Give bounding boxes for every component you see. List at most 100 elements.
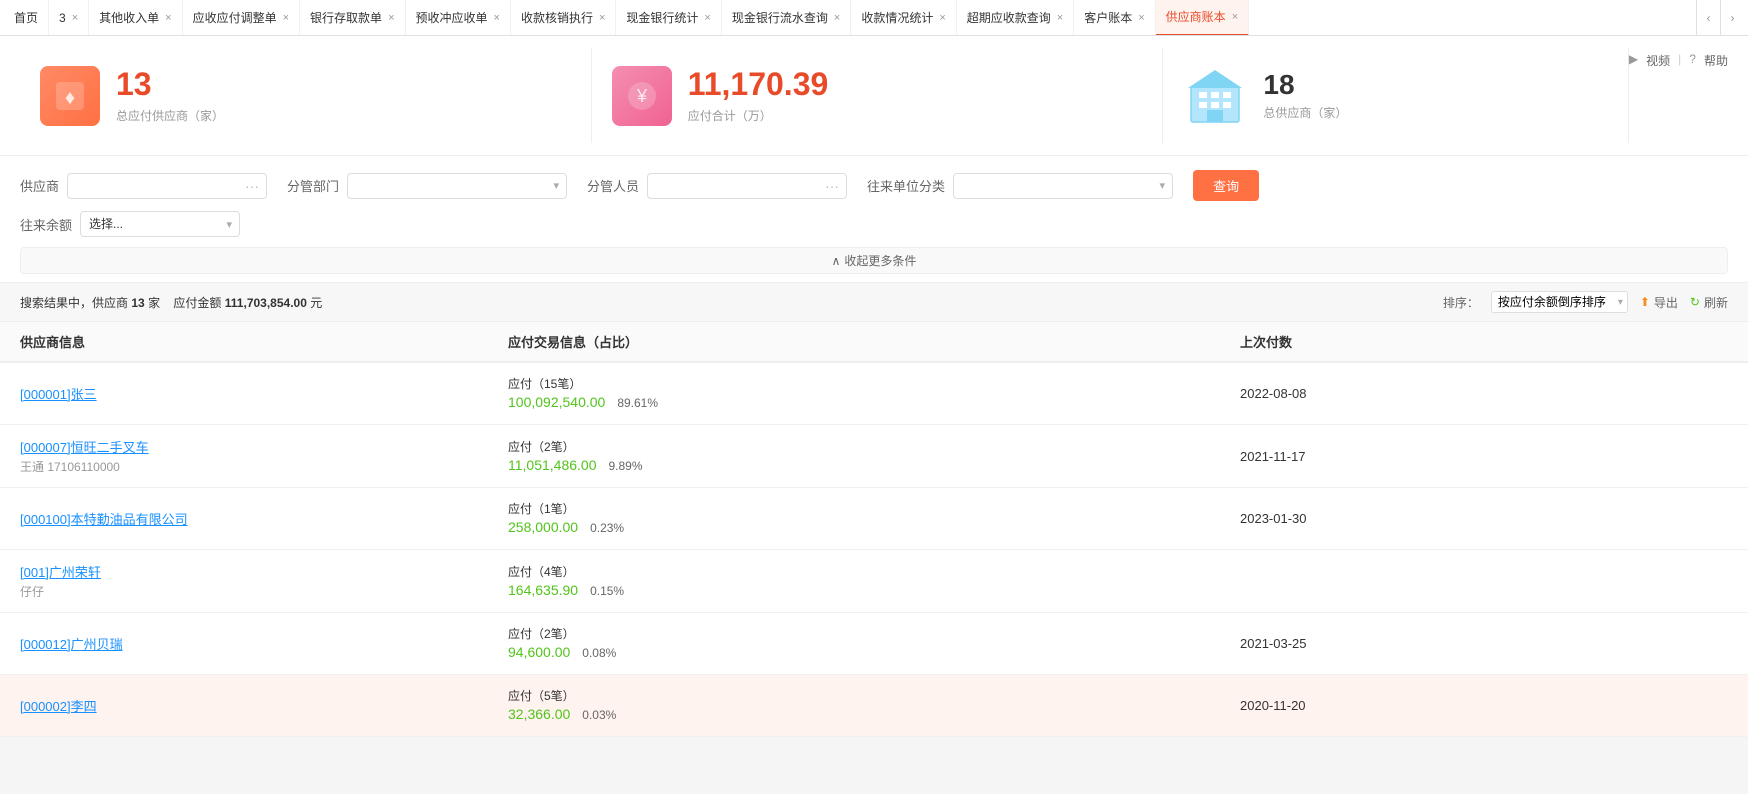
supplier-input-wrapper [67,173,267,199]
trans-row: 164,635.900.15% [508,580,1240,600]
trans-percent: 0.23% [590,521,624,535]
supplier-link[interactable]: [001]广州荣轩 [20,565,101,580]
nav-bank-deposit[interactable]: 银行存取款单 × [300,0,405,36]
balance-select[interactable]: 选择... [80,211,240,237]
payable-amount-label: 应付合计（万） [688,107,829,124]
close-cash-bank-flow-icon[interactable]: × [834,12,840,24]
table-row: [000012]广州贝瑞 应付（2笔）94,600.000.08%2021-03-… [0,613,1748,675]
supplier-link[interactable]: [000007]恒旺二手叉车 [20,440,149,455]
close-bank-deposit-icon[interactable]: × [388,12,394,24]
person-input[interactable] [647,173,847,199]
prepay-offset-label: 预收冲应收单 [416,9,488,26]
nav-receipt-verify[interactable]: 收款核销执行 × [511,0,616,36]
last-pay-date: 2022-08-08 [1240,386,1307,401]
export-action[interactable]: ⬆ 导出 [1640,294,1678,311]
col-transaction-info: 应付交易信息（占比） [508,332,1240,351]
category-field: 往来单位分类 [867,173,1173,199]
nav-cash-bank-flow[interactable]: 现金银行流水查询 × [722,0,851,36]
total-suppliers-content: 18 总供应商（家） [1263,70,1347,122]
payable-amount-number: 11,170.39 [688,67,829,102]
supplier-field: 供应商 [20,173,267,199]
supplier-link[interactable]: [000002]李四 [20,699,97,714]
transaction-cell: 应付（2笔）94,600.000.08% [508,625,1240,662]
close-overdue-ar-icon[interactable]: × [1057,12,1063,24]
other-income-label: 其他收入单 [99,9,159,26]
dept-select[interactable] [347,173,567,199]
trans-row: 11,051,486.009.89% [508,455,1240,475]
search-section: 供应商 分管部门 分管人员 往来单位分类 [0,156,1748,283]
sort-select[interactable]: 按应付余额倒序排序 [1491,291,1628,313]
collapse-button[interactable]: ∧ 收起更多条件 [20,247,1728,274]
supplier-cell: [000007]恒旺二手叉车王通 17106110000 [20,437,508,475]
close-ar-ap-adjust-icon[interactable]: × [283,12,289,24]
supplier-cell: [000001]张三 [20,384,508,403]
supplier-label: 供应商 [20,176,59,195]
nav-prepay-offset[interactable]: 预收冲应收单 × [406,0,511,36]
last-pay-date: 2021-03-25 [1240,636,1307,651]
video-icon: ▶ [1629,52,1638,66]
payable-amount-card: ¥ 11,170.39 应付合计（万） [592,48,1164,143]
cash-bank-stats-label: 现金银行统计 [626,9,698,26]
supplier-input[interactable] [67,173,267,199]
trans-label: 应付（2笔） [508,625,1240,642]
search-row-1: 供应商 分管部门 分管人员 往来单位分类 [20,170,1728,201]
home-label: 首页 [14,9,38,26]
help-link[interactable]: 帮助 [1704,52,1728,69]
supplier-cell: [000012]广州贝瑞 [20,634,508,653]
trans-label: 应付（15笔） [508,375,1240,392]
nav-receipt-stats[interactable]: 收款情况统计 × [851,0,956,36]
payable-suppliers-card: ♦ 13 总应付供应商（家） [20,48,592,143]
last-pay-cell: 2020-11-20 [1240,698,1728,713]
trans-row: 258,000.000.23% [508,517,1240,537]
nav-ar-ap-adjust[interactable]: 应收应付调整单 × [183,0,300,36]
results-prefix: 搜索结果中，供应商 [20,296,128,310]
sort-wrapper: 按应付余额倒序排序 [1491,291,1628,313]
collapse-up-icon: ∧ [832,254,841,268]
close-receipt-stats-icon[interactable]: × [939,12,945,24]
close-prepay-offset-icon[interactable]: × [494,12,500,24]
nav-home[interactable]: 首页 [4,0,49,36]
results-bar: 搜索结果中，供应商 13 家 应付金额 111,703,854.00 元 排序：… [0,283,1748,322]
close-customer-ledger-icon[interactable]: × [1138,12,1144,24]
svg-text:♦: ♦ [65,87,75,109]
table-body: [000001]张三应付（15笔）100,092,540.0089.61%202… [0,363,1748,737]
supplier-sub-info: 王通 17106110000 [20,458,508,475]
last-pay-date: 2023-01-30 [1240,511,1307,526]
overdue-ar-label: 超期应收款查询 [967,9,1051,26]
supplier-link[interactable]: [000001]张三 [20,387,97,402]
search-button[interactable]: 查询 [1193,170,1259,201]
link-separator: | [1678,52,1681,66]
balance-field: 往来余额 选择... [20,211,240,237]
refresh-label: 刷新 [1704,294,1728,311]
close-other-income-icon[interactable]: × [165,12,171,24]
nav-customer-ledger[interactable]: 客户账本 × [1074,0,1155,36]
close-supplier-ledger-icon[interactable]: × [1232,11,1238,23]
export-label: 导出 [1654,294,1678,311]
trans-row: 94,600.000.08% [508,642,1240,662]
help-icon: ? [1689,52,1696,66]
nav-overdue-ar[interactable]: 超期应收款查询 × [957,0,1074,36]
supplier-link[interactable]: [000012]广州贝瑞 [20,637,123,652]
close-receipt-verify-icon[interactable]: × [599,12,605,24]
table-row: [000007]恒旺二手叉车王通 17106110000应付（2笔）11,051… [0,425,1748,488]
dept-label: 分管部门 [287,176,339,195]
category-select[interactable] [953,173,1173,199]
close-cash-bank-stats-icon[interactable]: × [704,12,710,24]
person-label: 分管人员 [587,176,639,195]
video-link[interactable]: 视频 [1646,52,1670,69]
balance-label: 往来余额 [20,215,72,234]
nav-cash-bank-stats[interactable]: 现金银行统计 × [616,0,721,36]
customer-ledger-label: 客户账本 [1084,9,1132,26]
nav-left-arrow[interactable]: ‹ [1696,0,1720,36]
refresh-action[interactable]: ↻ 刷新 [1690,294,1728,311]
close-tab-3-icon[interactable]: × [72,12,78,24]
nav-tab-3[interactable]: 3 × [49,0,89,36]
nav-other-income[interactable]: 其他收入单 × [89,0,182,36]
total-suppliers-card: 18 总供应商（家） [1163,48,1629,143]
trans-percent: 89.61% [617,396,658,410]
category-label: 往来单位分类 [867,176,945,195]
nav-supplier-ledger[interactable]: 供应商账本 × [1156,0,1249,36]
supplier-link[interactable]: [000100]本特勤油品有限公司 [20,512,188,527]
svg-text:¥: ¥ [636,86,648,106]
nav-right-arrow[interactable]: › [1720,0,1744,36]
